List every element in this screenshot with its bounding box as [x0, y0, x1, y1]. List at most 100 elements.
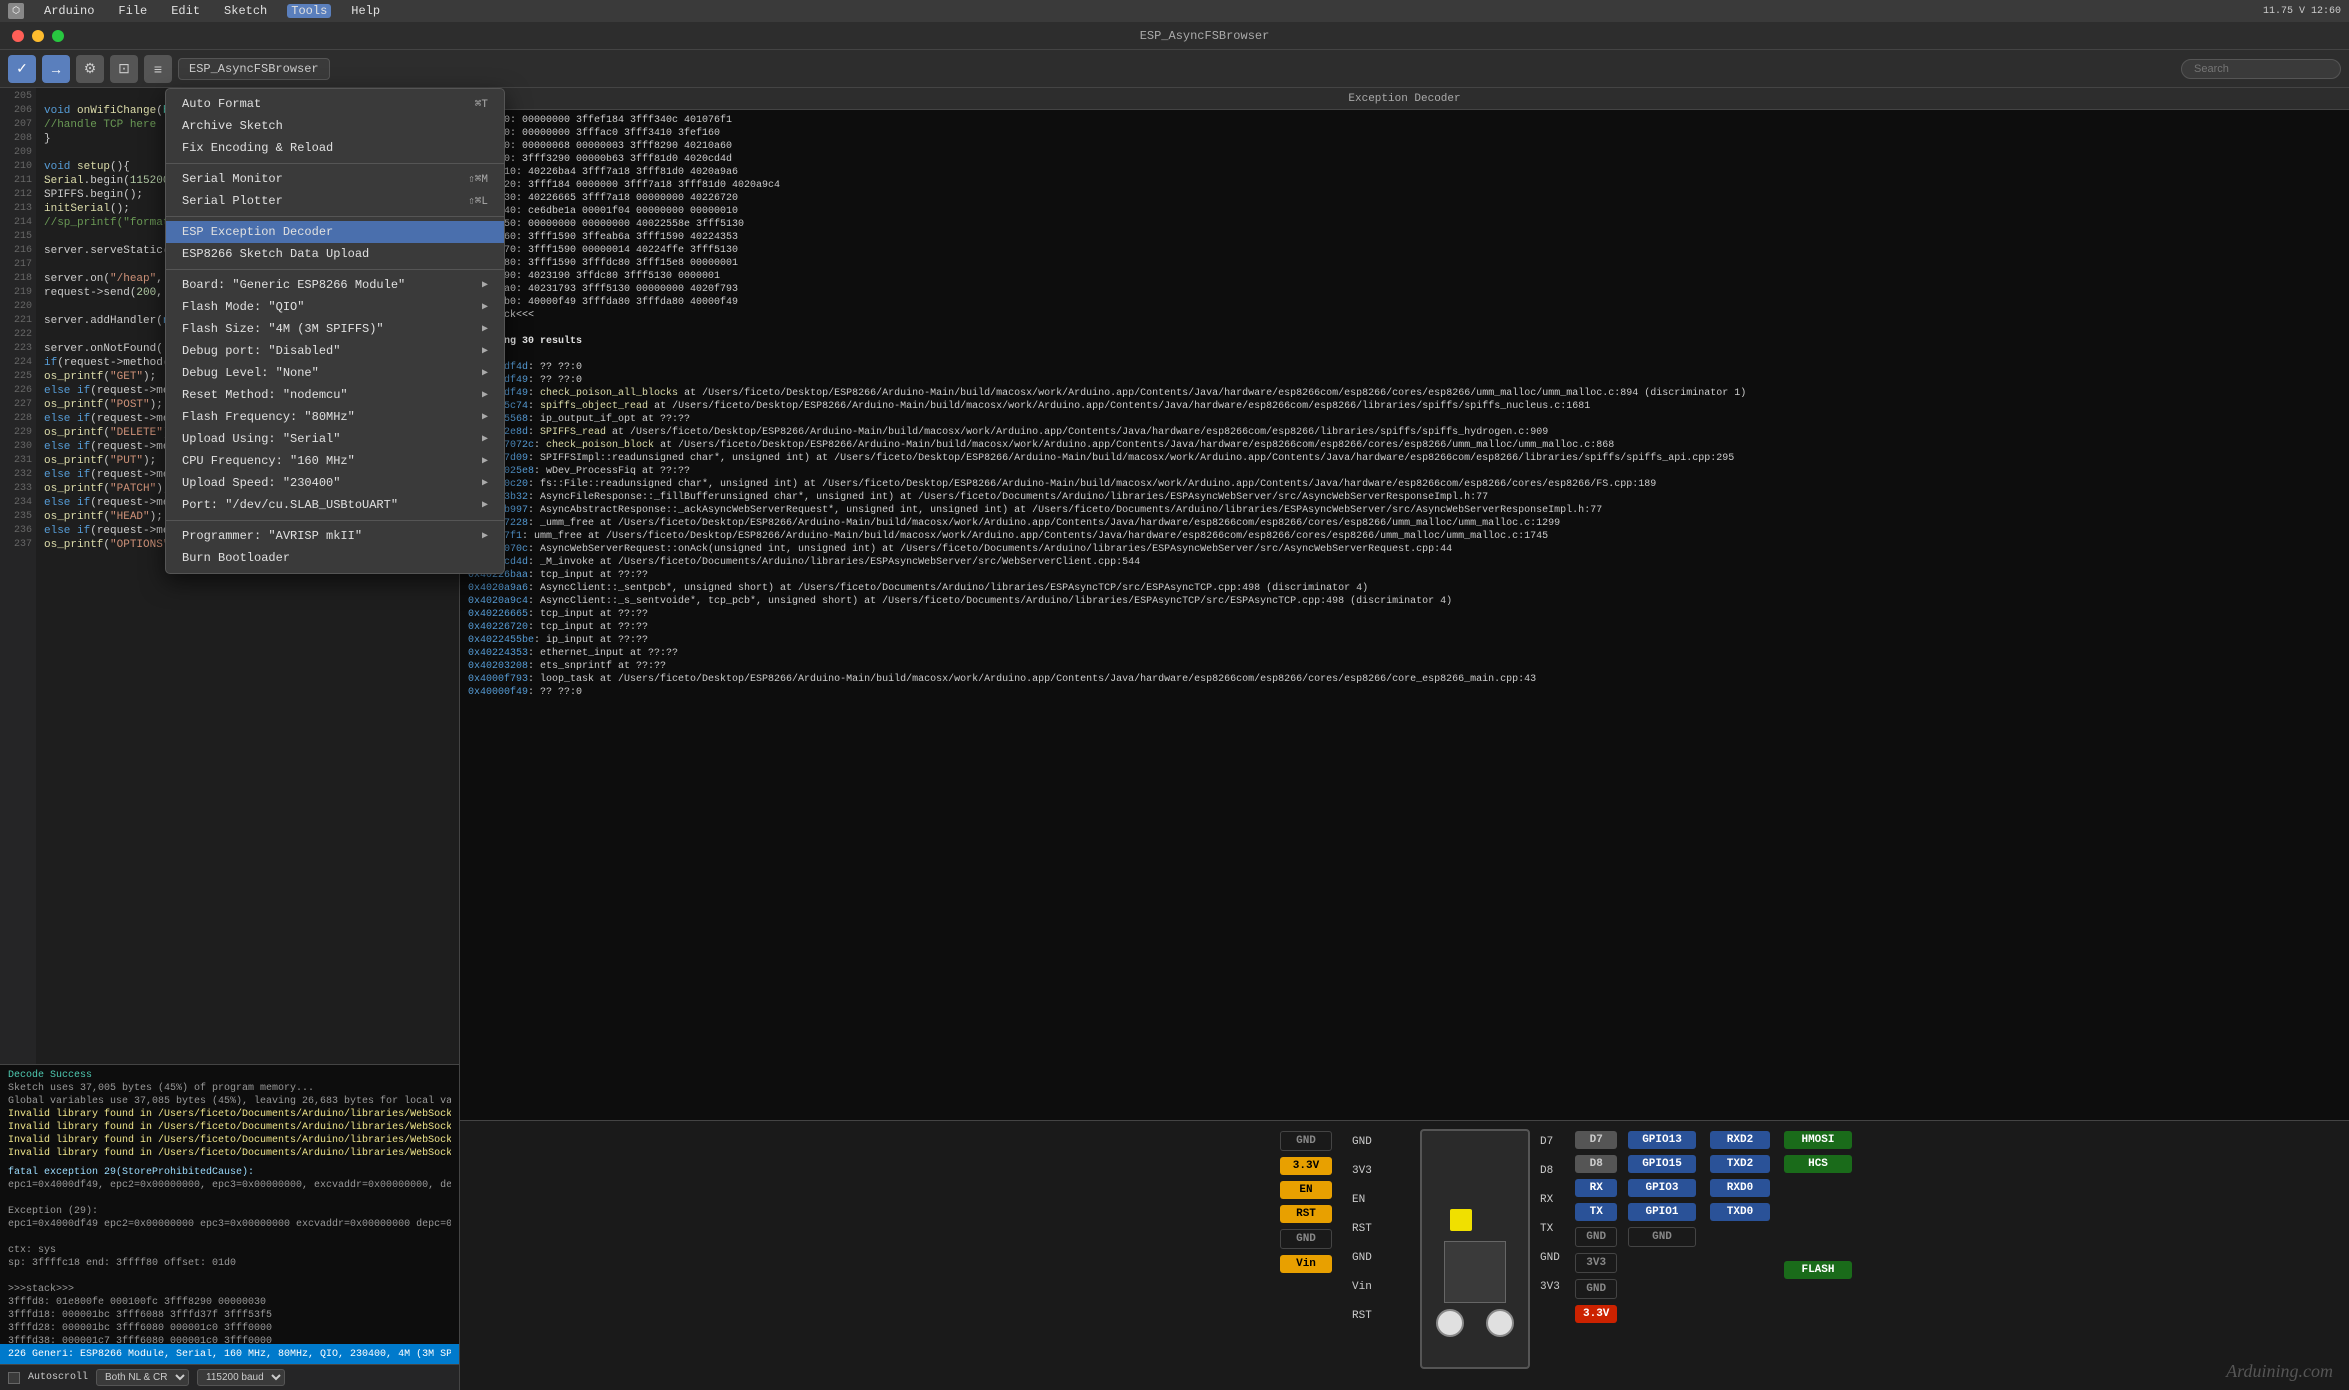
right-label: GND — [1540, 1247, 1560, 1270]
menu-flash-size[interactable]: Flash Size: "4M (3M SPIFFS)" — [166, 318, 504, 340]
menu-esp-exception-decoder[interactable]: ESP Exception Decoder — [166, 221, 504, 243]
pin-en: EN — [1280, 1181, 1332, 1199]
pin-3v3-red: 3.3V — [1575, 1305, 1617, 1323]
search-input[interactable] — [2181, 59, 2341, 79]
menu-arduino[interactable]: Arduino — [40, 4, 98, 18]
upload-button[interactable]: → — [42, 55, 70, 83]
left-pin-column: GND 3.3V EN RST GND Vin — [1280, 1131, 1332, 1273]
toolbar: ✓ → ⚙ ⊡ ≡ ESP_AsyncFSBrowser — [0, 50, 2349, 88]
exc-hex-line: 400000b0: 40000f49 3fffda80 3fffda80 400… — [468, 296, 2341, 309]
exc-hex-line: 3ffffe0: 00000068 00000003 3fff8290 4021… — [468, 140, 2341, 153]
menu-flash-mode[interactable]: Flash Mode: "QIO" — [166, 296, 504, 318]
exception-scroll-area[interactable]: 3ffffe0: 00000000 3ffef184 3fff340c 4010… — [460, 110, 2349, 1098]
menu-auto-format[interactable]: Auto Format ⌘T — [166, 93, 504, 115]
menu-debug-port[interactable]: Debug port: "Disabled" — [166, 340, 504, 362]
menu-sketch[interactable]: Sketch — [220, 4, 271, 18]
hex-output-line: epc1=0x4000df49, epc2=0x00000000, epc3=0… — [8, 1179, 451, 1192]
decoded-line: 0x4021025e8: wDev_ProcessFiq at ??:?? — [468, 465, 2341, 478]
pin-d7: D7 — [1575, 1131, 1617, 1149]
center-label: 3V3 — [1352, 1160, 1372, 1183]
pin-txd0: TXD0 — [1710, 1203, 1770, 1221]
decoded-line: 0x40205c74: spiffs_object_read at /Users… — [468, 400, 2341, 413]
hex-output-line: 3fffd18: 000001bc 3fff6088 3fffd37f 3fff… — [8, 1309, 451, 1322]
menu-item-label: Board: "Generic ESP8266 Module" — [182, 278, 405, 292]
menu-item-label: Flash Mode: "QIO" — [182, 300, 304, 314]
pin-gnd-right: GND — [1575, 1227, 1617, 1247]
menu-board[interactable]: Board: "Generic ESP8266 Module" — [166, 274, 504, 296]
right-label: D7 — [1540, 1131, 1560, 1154]
pin-gpio3: GPIO3 — [1628, 1179, 1696, 1197]
menu-reset-method[interactable]: Reset Method: "nodemcu" — [166, 384, 504, 406]
pin-3v3-right: 3V3 — [1575, 1253, 1617, 1273]
center-label: RST — [1352, 1218, 1372, 1241]
menu-serial-plotter[interactable]: Serial Plotter ⇧⌘L — [166, 190, 504, 212]
exception-decoder-title-bar: Exception Decoder — [460, 88, 2349, 110]
menu-archive-sketch[interactable]: Archive Sketch — [166, 115, 504, 137]
line-ending-select[interactable]: Both NL & CR — [96, 1369, 189, 1386]
right-label: D8 — [1540, 1160, 1560, 1183]
decoded-line: 0x4020b997: AsyncAbstractResponse::_ackA… — [468, 504, 2341, 517]
menu-help[interactable]: Help — [347, 4, 384, 18]
pin-rst: RST — [1280, 1205, 1332, 1223]
menu-cpu-freq[interactable]: CPU Frequency: "160 MHz" — [166, 450, 504, 472]
decoded-line: 0x40226665: tcp_input at ??:?? — [468, 608, 2341, 621]
menu-item-label: Debug port: "Disabled" — [182, 344, 340, 358]
menu-port[interactable]: Port: "/dev/cu.SLAB_USBtoUART" — [166, 494, 504, 516]
menu-bar: ⬡ Arduino File Edit Sketch Tools Help 11… — [0, 0, 2349, 22]
menu-section-2: Serial Monitor ⇧⌘M Serial Plotter ⇧⌘L — [166, 163, 504, 216]
exc-hex-line: 40000020: 3fff184 0000000 3fff7a18 3fff8… — [468, 179, 2341, 192]
exc-hex-line: 3ffffe0: 00000000 3ffef184 3fff340c 4010… — [468, 114, 2341, 127]
decoded-line: 0x4020cd4d: _M_invoke at /Users/ficeto/D… — [468, 556, 2341, 569]
menu-programmer[interactable]: Programmer: "AVRISP mkII" — [166, 525, 504, 547]
menu-bar-right-info: 11.75 V 12:60 — [2263, 6, 2341, 17]
autoscroll-checkbox[interactable] — [8, 1372, 20, 1384]
menu-item-label: Debug Level: "None" — [182, 366, 319, 380]
flash-button[interactable] — [1486, 1309, 1514, 1337]
menu-edit[interactable]: Edit — [167, 4, 204, 18]
serial-monitor-button[interactable]: ⊡ — [110, 55, 138, 83]
menu-file[interactable]: File — [114, 4, 151, 18]
menu-item-label: Flash Frequency: "80MHz" — [182, 410, 355, 424]
menu-serial-monitor[interactable]: Serial Monitor ⇧⌘M — [166, 168, 504, 190]
pin-vin: Vin — [1280, 1255, 1332, 1273]
sketch-name: ESP_AsyncFSBrowser — [178, 58, 330, 80]
menu-esp8266-sketch-data[interactable]: ESP8266 Sketch Data Upload — [166, 243, 504, 265]
baud-rate-select[interactable]: 115200 baud — [197, 1369, 285, 1386]
decoded-line: 0x4000f793: loop_task at /Users/ficeto/D… — [468, 673, 2341, 686]
exc-hex-line: 40000090: 4023190 3ffdc80 3fff5130 00000… — [468, 270, 2341, 283]
menu-item-label: Programmer: "AVRISP mkII" — [182, 529, 362, 543]
exc-hex-line: 3fffff0: 3fff3290 00000b63 3fff81d0 4020… — [468, 153, 2341, 166]
status-bar: 226 Generi: ESP8266 Module, Serial, 160 … — [0, 1344, 459, 1364]
boards-button[interactable]: ≡ — [144, 55, 172, 83]
maximize-button[interactable] — [52, 30, 64, 42]
decoded-line: 0x40203b32: AsyncFileResponse::_fillBuff… — [468, 491, 2341, 504]
minimize-button[interactable] — [32, 30, 44, 42]
center-left-labels: GND 3V3 EN RST GND Vin RST — [1352, 1131, 1372, 1328]
menu-item-label: Serial Plotter — [182, 194, 283, 208]
close-button[interactable] — [12, 30, 24, 42]
decoded-line: 0x4000df49: ?? ??:0 — [468, 374, 2341, 387]
menu-flash-freq[interactable]: Flash Frequency: "80MHz" — [166, 406, 504, 428]
pin-gpio15: GPIO15 — [1628, 1155, 1696, 1173]
hex-output-line: sp: 3ffffc18 end: 3ffff80 offset: 01d0 — [8, 1257, 451, 1270]
verify-button[interactable]: ✓ — [8, 55, 36, 83]
pin-rxd0: RXD0 — [1710, 1179, 1770, 1197]
menu-burn-bootloader[interactable]: Burn Bootloader — [166, 547, 504, 569]
menu-debug-level[interactable]: Debug Level: "None" — [166, 362, 504, 384]
menu-fix-encoding[interactable]: Fix Encoding & Reload — [166, 137, 504, 159]
debug-button[interactable]: ⚙ — [76, 55, 104, 83]
menu-tools[interactable]: Tools — [287, 4, 331, 18]
decoded-line: 0x4021070c: AsyncWebServerRequest::onAck… — [468, 543, 2341, 556]
menu-item-label: Upload Speed: "230400" — [182, 476, 340, 490]
output-line: Global variables use 37,085 bytes (45%),… — [8, 1095, 451, 1108]
pin-hmosi: HMOSI — [1784, 1131, 1852, 1149]
hex-output-line: >>>stack>>> — [8, 1283, 451, 1296]
menu-item-label: Upload Using: "Serial" — [182, 432, 340, 446]
menu-upload-using[interactable]: Upload Using: "Serial" — [166, 428, 504, 450]
reset-button[interactable] — [1436, 1309, 1464, 1337]
rxd-txd-column: RXD2 TXD2 RXD0 TXD0 — [1710, 1131, 1770, 1221]
menu-upload-speed[interactable]: Upload Speed: "230400" — [166, 472, 504, 494]
pin-rxd2: RXD2 — [1710, 1131, 1770, 1149]
tools-dropdown-menu: Auto Format ⌘T Archive Sketch Fix Encodi… — [165, 88, 505, 574]
exc-hex-line: 40000080: 3fff1590 3fffdc80 3fff15e8 000… — [468, 257, 2341, 270]
